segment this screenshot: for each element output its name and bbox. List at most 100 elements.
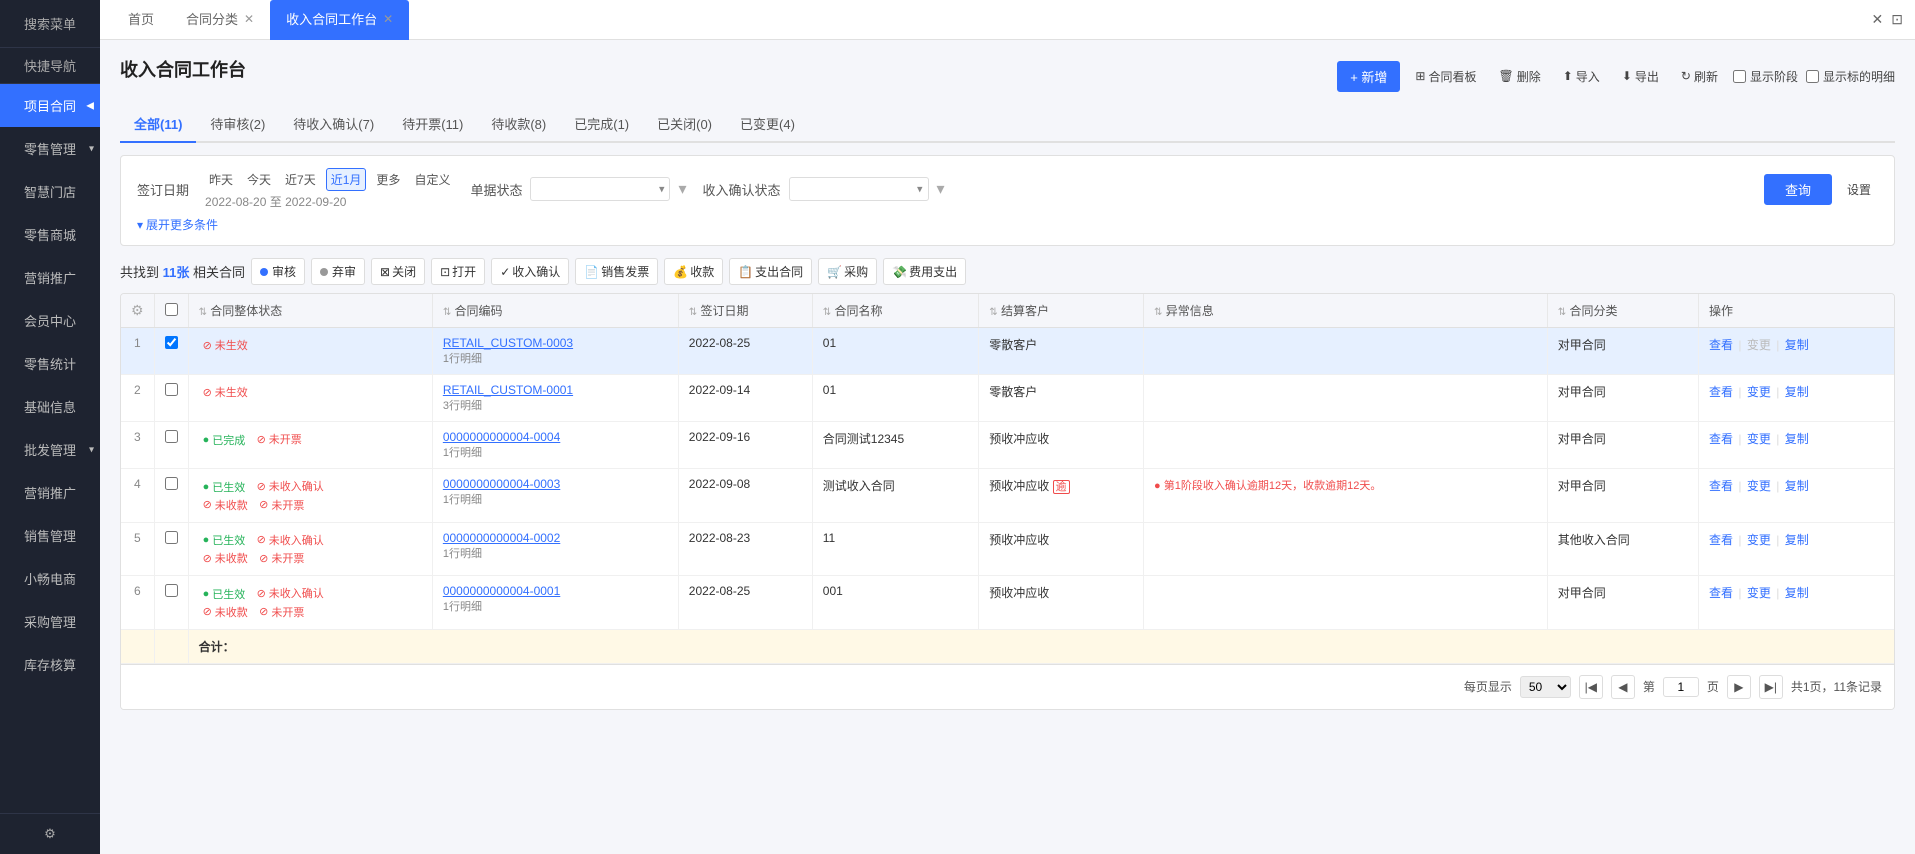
copy-button[interactable]: 复制 xyxy=(1785,479,1809,493)
open-contract-button[interactable]: ⊡ 打开 xyxy=(431,258,485,285)
filter-tab-pending-payment[interactable]: 待收款(8) xyxy=(477,106,560,143)
sidebar-item-base-info[interactable]: 基础信息 xyxy=(0,385,100,428)
tab-income-workbench-close[interactable]: ✕ xyxy=(383,12,393,26)
sort-icon[interactable]: ⇅ xyxy=(1154,307,1162,318)
contract-board-button[interactable]: ⊞ 合同看板 xyxy=(1408,64,1483,89)
change-button[interactable]: 变更 xyxy=(1747,533,1771,547)
new-button[interactable]: + 新增 xyxy=(1337,61,1400,92)
filter-tab-all[interactable]: 全部(11) xyxy=(120,106,196,143)
view-button[interactable]: 查看 xyxy=(1709,586,1733,600)
copy-button[interactable]: 复制 xyxy=(1785,338,1809,352)
copy-button[interactable]: 复制 xyxy=(1785,385,1809,399)
payment-button[interactable]: 💰 收款 xyxy=(664,258,723,285)
contract-code-link[interactable]: 0000000000004-0001 xyxy=(443,584,668,598)
sort-icon[interactable]: ⇅ xyxy=(199,307,207,318)
date-btn-1month[interactable]: 近1月 xyxy=(326,168,367,191)
page-size-select[interactable]: 10 20 50 100 xyxy=(1520,676,1571,698)
filter-tab-changed[interactable]: 已变更(4) xyxy=(726,106,809,143)
sidebar-settings[interactable]: ⚙ xyxy=(0,813,100,854)
next-page-button[interactable]: ▶ xyxy=(1727,675,1751,699)
sort-icon[interactable]: ⇅ xyxy=(989,307,997,318)
first-page-button[interactable]: |◀ xyxy=(1579,675,1603,699)
sidebar-item-xiaochang[interactable]: 小畅电商 xyxy=(0,557,100,600)
filter-tab-pending-invoice[interactable]: 待开票(11) xyxy=(388,106,477,143)
sort-icon[interactable]: ⇅ xyxy=(689,307,697,318)
date-btn-7days[interactable]: 近7天 xyxy=(281,169,320,190)
doc-status-select[interactable] xyxy=(530,177,670,201)
tab-income-workbench[interactable]: 收入合同工作台 ✕ xyxy=(270,0,409,40)
sidebar-item-member[interactable]: 会员中心 xyxy=(0,299,100,342)
contract-code-link[interactable]: 0000000000004-0002 xyxy=(443,531,668,545)
change-button[interactable]: 变更 xyxy=(1747,385,1771,399)
income-confirm-select[interactable] xyxy=(789,177,929,201)
sort-icon[interactable]: ⇅ xyxy=(1558,307,1566,318)
select-all-checkbox[interactable] xyxy=(165,303,178,316)
close-contract-button[interactable]: ⊠ 关闭 xyxy=(371,258,425,285)
sidebar-item-marketing2[interactable]: 营销推广 xyxy=(0,471,100,514)
date-btn-custom[interactable]: 自定义 xyxy=(410,169,454,190)
view-button[interactable]: 查看 xyxy=(1709,479,1733,493)
sidebar-item-retail[interactable]: 零售管理 ▾ xyxy=(0,127,100,170)
sidebar-item-retail-mall[interactable]: 零售商城 xyxy=(0,213,100,256)
change-button[interactable]: 变更 xyxy=(1747,338,1771,352)
filter-tab-pending-audit[interactable]: 待审核(2) xyxy=(196,106,279,143)
income-confirm-button[interactable]: ✓ 收入确认 xyxy=(491,258,569,285)
expense-button[interactable]: 💸 费用支出 xyxy=(883,258,966,285)
copy-button[interactable]: 复制 xyxy=(1785,432,1809,446)
view-button[interactable]: 查看 xyxy=(1709,338,1733,352)
show-marks-checkbox[interactable]: 显示标的明细 xyxy=(1806,68,1895,85)
filter-tab-completed[interactable]: 已完成(1) xyxy=(560,106,643,143)
date-btn-yesterday[interactable]: 昨天 xyxy=(205,169,237,190)
refresh-button[interactable]: ↻ 刷新 xyxy=(1674,64,1725,89)
tab-contract-category[interactable]: 合同分类 ✕ xyxy=(170,0,270,40)
page-input[interactable] xyxy=(1663,677,1699,697)
expand-conditions-button[interactable]: ▾ 展开更多条件 xyxy=(137,216,1878,233)
view-button[interactable]: 查看 xyxy=(1709,385,1733,399)
change-button[interactable]: 变更 xyxy=(1747,586,1771,600)
purchase-button[interactable]: 🛒 采购 xyxy=(818,258,877,285)
sort-icon[interactable]: ⇅ xyxy=(823,307,831,318)
date-btn-today[interactable]: 今天 xyxy=(243,169,275,190)
abandon-button[interactable]: 弃审 xyxy=(311,258,365,285)
import-button[interactable]: ⬆ 导入 xyxy=(1556,64,1607,89)
copy-button[interactable]: 复制 xyxy=(1785,533,1809,547)
window-close-icon[interactable]: ✕ xyxy=(1872,11,1884,28)
window-maximize-icon[interactable]: ⊡ xyxy=(1891,11,1903,28)
sidebar-item-sales[interactable]: 销售管理 xyxy=(0,514,100,557)
sales-invoice-button[interactable]: 📄 销售发票 xyxy=(575,258,658,285)
sidebar-search[interactable]: 搜索菜单 xyxy=(0,0,100,48)
expense-out-button[interactable]: 📋 支出合同 xyxy=(729,258,812,285)
export-button[interactable]: ⬇ 导出 xyxy=(1615,64,1666,89)
change-button[interactable]: 变更 xyxy=(1747,432,1771,446)
contract-code-link[interactable]: 0000000000004-0004 xyxy=(443,430,668,444)
sort-icon[interactable]: ⇅ xyxy=(443,307,451,318)
sidebar-item-purchase[interactable]: 采购管理 xyxy=(0,600,100,643)
copy-button[interactable]: 复制 xyxy=(1785,586,1809,600)
tab-home[interactable]: 首页 xyxy=(112,0,170,40)
sidebar-quicknav[interactable]: 快捷导航 xyxy=(0,48,100,84)
settings-button[interactable]: 设置 xyxy=(1840,174,1878,205)
date-btn-more[interactable]: 更多 xyxy=(372,169,404,190)
view-button[interactable]: 查看 xyxy=(1709,432,1733,446)
sidebar-item-smart-store[interactable]: 智慧门店 xyxy=(0,170,100,213)
tab-contract-category-close[interactable]: ✕ xyxy=(244,12,254,26)
sidebar-item-marketing[interactable]: 营销推广 xyxy=(0,256,100,299)
prev-page-button[interactable]: ◀ xyxy=(1611,675,1635,699)
contract-code-link[interactable]: RETAIL_CUSTOM-0001 xyxy=(443,383,668,397)
last-page-button[interactable]: ▶| xyxy=(1759,675,1783,699)
change-button[interactable]: 变更 xyxy=(1747,479,1771,493)
contract-code-link[interactable]: 0000000000004-0003 xyxy=(443,477,668,491)
delete-button[interactable]: 🗑 删除 xyxy=(1491,64,1547,89)
table-settings-icon[interactable]: ⚙ xyxy=(131,302,144,318)
contract-code-link[interactable]: RETAIL_CUSTOM-0003 xyxy=(443,336,668,350)
query-button[interactable]: 查询 xyxy=(1764,174,1832,205)
sidebar-item-retail-stats[interactable]: 零售统计 xyxy=(0,342,100,385)
sidebar-item-project[interactable]: 项目合同 ◀ xyxy=(0,84,100,127)
sidebar-item-stock[interactable]: 库存核算 xyxy=(0,643,100,686)
view-button[interactable]: 查看 xyxy=(1709,533,1733,547)
sidebar-item-wholesale[interactable]: 批发管理 ▾ xyxy=(0,428,100,471)
filter-tab-closed[interactable]: 已关闭(0) xyxy=(643,106,726,143)
show-fields-checkbox[interactable]: 显示阶段 xyxy=(1733,68,1798,85)
audit-button[interactable]: 审核 xyxy=(251,258,305,285)
filter-tab-pending-income-confirm[interactable]: 待收入确认(7) xyxy=(279,106,388,143)
